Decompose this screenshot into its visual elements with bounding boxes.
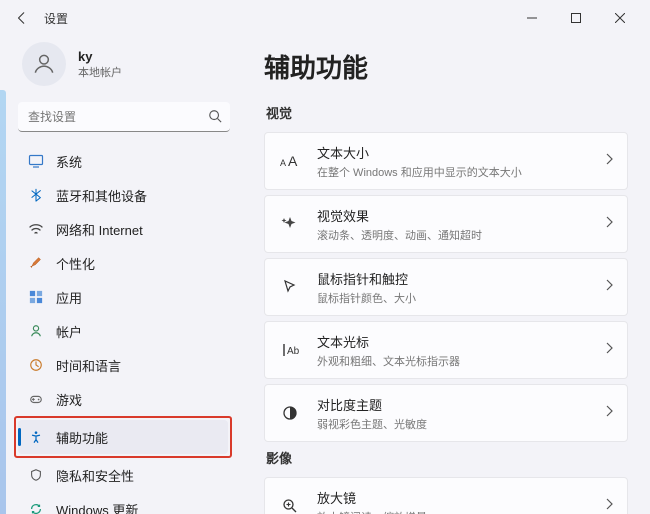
brush-icon bbox=[28, 255, 44, 271]
apps-icon bbox=[28, 289, 44, 305]
card-text-size[interactable]: AA 文本大小 在整个 Windows 和应用中显示的文本大小 bbox=[264, 132, 628, 190]
text-cursor-icon: Ab bbox=[279, 342, 301, 358]
desktop-edge-decoration bbox=[0, 90, 6, 514]
sidebar-item-label: 隐私和安全性 bbox=[56, 466, 134, 485]
sidebar-item-label: 游戏 bbox=[56, 390, 82, 409]
card-contrast-themes[interactable]: 对比度主题 弱视彩色主题、光敏度 bbox=[264, 384, 628, 442]
back-button[interactable] bbox=[8, 4, 36, 32]
sidebar-item-label: 帐户 bbox=[56, 322, 82, 341]
sidebar-item-label: 系统 bbox=[56, 152, 82, 171]
sidebar-item-privacy[interactable]: 隐私和安全性 bbox=[18, 458, 234, 492]
card-subtitle: 滚动条、透明度、动画、通知超时 bbox=[317, 227, 605, 243]
card-text-cursor[interactable]: Ab 文本光标 外观和粗细、文本光标指示器 bbox=[264, 321, 628, 379]
search-box[interactable] bbox=[18, 102, 230, 132]
chevron-right-icon bbox=[605, 152, 613, 170]
sidebar-item-windows-update[interactable]: Windows 更新 bbox=[18, 492, 234, 514]
chevron-right-icon bbox=[605, 341, 613, 359]
sidebar-item-label: 网络和 Internet bbox=[56, 220, 143, 239]
bluetooth-icon bbox=[28, 187, 44, 203]
maximize-button[interactable] bbox=[554, 2, 598, 34]
card-title: 视觉效果 bbox=[317, 206, 605, 225]
minimize-button[interactable] bbox=[510, 2, 554, 34]
account-icon bbox=[28, 323, 44, 339]
shield-icon bbox=[28, 467, 44, 483]
chevron-right-icon bbox=[605, 404, 613, 422]
wifi-icon bbox=[28, 221, 44, 237]
nav-list: 系统 蓝牙和其他设备 网络和 Internet 个性化 应用 bbox=[18, 144, 234, 514]
close-button[interactable] bbox=[598, 2, 642, 34]
sidebar-item-label: 应用 bbox=[56, 288, 82, 307]
text-size-icon: AA bbox=[279, 153, 301, 169]
cursor-icon bbox=[279, 279, 301, 295]
gaming-icon bbox=[28, 391, 44, 407]
user-subtitle: 本地帐户 bbox=[78, 64, 122, 80]
sidebar-item-system[interactable]: 系统 bbox=[18, 144, 234, 178]
sidebar-item-time-language[interactable]: 时间和语言 bbox=[18, 348, 234, 382]
sidebar-item-accessibility[interactable]: 辅助功能 bbox=[18, 420, 228, 454]
card-title: 放大镜 bbox=[317, 488, 605, 507]
search-icon bbox=[208, 109, 222, 128]
system-icon bbox=[28, 153, 44, 169]
chevron-right-icon bbox=[605, 215, 613, 233]
card-mouse-pointer[interactable]: 鼠标指针和触控 鼠标指针颜色、大小 bbox=[264, 258, 628, 316]
card-subtitle: 放大镜阅读、缩放增量 bbox=[317, 509, 605, 514]
sidebar-item-accounts[interactable]: 帐户 bbox=[18, 314, 234, 348]
sidebar-item-label: Windows 更新 bbox=[56, 500, 138, 514]
user-block[interactable]: ky 本地帐户 bbox=[18, 36, 234, 102]
sidebar: ky 本地帐户 系统 蓝牙和其他设备 bbox=[0, 36, 242, 514]
svg-text:A: A bbox=[288, 153, 298, 169]
card-subtitle: 弱视彩色主题、光敏度 bbox=[317, 416, 605, 432]
sidebar-item-label: 辅助功能 bbox=[56, 428, 108, 447]
clock-icon bbox=[28, 357, 44, 373]
card-subtitle: 鼠标指针颜色、大小 bbox=[317, 290, 605, 306]
search-input[interactable] bbox=[18, 102, 230, 132]
section-vision: 视觉 bbox=[266, 103, 628, 122]
user-name: ky bbox=[78, 49, 122, 64]
sidebar-item-personalization[interactable]: 个性化 bbox=[18, 246, 234, 280]
sidebar-item-label: 时间和语言 bbox=[56, 356, 121, 375]
contrast-icon bbox=[279, 405, 301, 421]
chevron-right-icon bbox=[605, 278, 613, 296]
sidebar-item-label: 蓝牙和其他设备 bbox=[56, 186, 147, 205]
sidebar-item-label: 个性化 bbox=[56, 254, 95, 273]
avatar bbox=[22, 42, 66, 86]
update-icon bbox=[28, 501, 44, 514]
card-title: 鼠标指针和触控 bbox=[317, 269, 605, 288]
sparkle-icon bbox=[279, 215, 301, 233]
titlebar: 设置 bbox=[0, 0, 650, 36]
card-title: 对比度主题 bbox=[317, 395, 605, 414]
sidebar-item-network[interactable]: 网络和 Internet bbox=[18, 212, 234, 246]
sidebar-item-bluetooth[interactable]: 蓝牙和其他设备 bbox=[18, 178, 234, 212]
card-title: 文本大小 bbox=[317, 143, 605, 162]
card-visual-effects[interactable]: 视觉效果 滚动条、透明度、动画、通知超时 bbox=[264, 195, 628, 253]
highlight-annotation: 辅助功能 bbox=[14, 416, 232, 458]
card-subtitle: 在整个 Windows 和应用中显示的文本大小 bbox=[317, 164, 605, 180]
svg-text:A: A bbox=[280, 158, 286, 168]
section-video: 影像 bbox=[266, 448, 628, 467]
svg-text:Ab: Ab bbox=[287, 346, 299, 357]
card-title: 文本光标 bbox=[317, 332, 605, 351]
sidebar-item-apps[interactable]: 应用 bbox=[18, 280, 234, 314]
magnifier-icon bbox=[279, 498, 301, 514]
sidebar-item-gaming[interactable]: 游戏 bbox=[18, 382, 234, 416]
app-title: 设置 bbox=[44, 10, 68, 27]
card-magnifier[interactable]: 放大镜 放大镜阅读、缩放增量 bbox=[264, 477, 628, 514]
accessibility-icon bbox=[28, 429, 44, 445]
content-area: 辅助功能 视觉 AA 文本大小 在整个 Windows 和应用中显示的文本大小 … bbox=[242, 36, 650, 514]
page-title: 辅助功能 bbox=[264, 48, 628, 85]
card-subtitle: 外观和粗细、文本光标指示器 bbox=[317, 353, 605, 369]
chevron-right-icon bbox=[605, 497, 613, 514]
